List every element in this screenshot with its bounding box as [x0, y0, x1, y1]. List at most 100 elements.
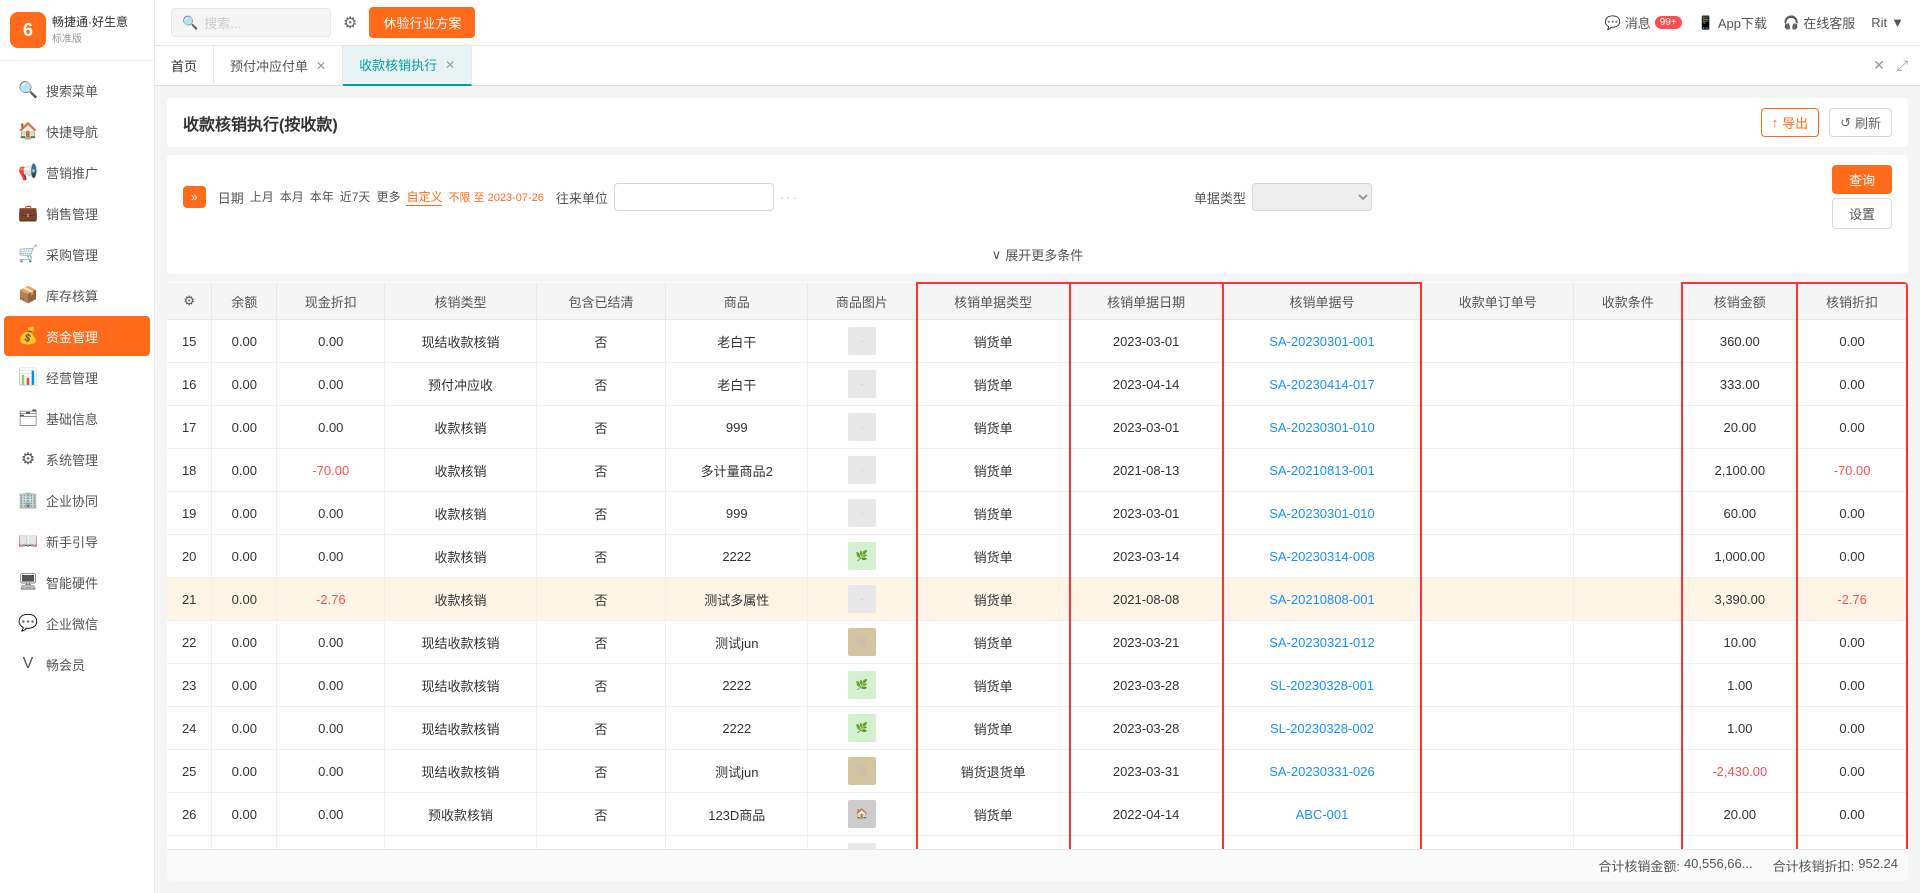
- bill-no-link[interactable]: SA-20230301-010: [1269, 506, 1375, 521]
- bill-no-link[interactable]: ABC-001: [1296, 807, 1349, 822]
- bill-type-select[interactable]: [1252, 183, 1372, 211]
- tab-close-all-icon[interactable]: ✕: [1873, 57, 1885, 74]
- cell-verify-bill-no: SA-20210813-001: [1223, 449, 1422, 492]
- cell-product-img: 🌿: [808, 707, 917, 750]
- date-opt-this-year[interactable]: 本年: [310, 188, 334, 206]
- cell-product-img: ·: [808, 578, 917, 621]
- bill-no-link[interactable]: SA-20210808-001: [1269, 592, 1375, 607]
- online-service-button[interactable]: 🎧 在线客服: [1783, 13, 1855, 32]
- cell-balance: 0.00: [212, 750, 277, 793]
- cell-cash-discount: -2.76: [277, 578, 385, 621]
- sidebar-item-system[interactable]: ⚙ 系统管理: [4, 439, 150, 479]
- cell-verify-bill-type: 销货单: [917, 406, 1070, 449]
- cell-no: 20: [167, 535, 212, 578]
- table-row: 25 0.00 0.00 现结收款核销 否 测试jun 🖼 销货退货单 2023…: [167, 750, 1907, 793]
- sidebar-item-basic[interactable]: 🗂 基础信息: [4, 398, 150, 438]
- bill-no-link[interactable]: SA-20230331-026: [1269, 764, 1375, 779]
- cell-receipt-condition: [1574, 492, 1683, 535]
- cell-verify-bill-no: SL-20230408-001: [1223, 836, 1422, 850]
- cell-cash-discount: 0.00: [277, 836, 385, 850]
- bill-no-link[interactable]: SL-20230328-001: [1270, 678, 1374, 693]
- export-button[interactable]: ↑ 导出: [1761, 108, 1820, 137]
- sidebar-item-operations[interactable]: 📊 经营管理: [4, 357, 150, 397]
- cell-no: 26: [167, 793, 212, 836]
- cell-included-settled: 否: [536, 492, 666, 535]
- sidebar-item-purchase[interactable]: 🛒 采购管理: [4, 234, 150, 274]
- sidebar-item-marketing[interactable]: 📢 营销推广: [4, 152, 150, 192]
- date-opt-custom[interactable]: 自定义: [406, 188, 442, 206]
- message-button[interactable]: 💬 消息 99+: [1605, 13, 1682, 32]
- cell-verify-discount: 0.00: [1797, 621, 1907, 664]
- sidebar-item-enterprise[interactable]: 🏢 企业协同: [4, 480, 150, 520]
- sidebar-item-member[interactable]: V 畅会员: [4, 644, 150, 684]
- cell-verify-bill-no: ABC-001: [1223, 793, 1422, 836]
- date-opt-7days[interactable]: 近7天: [340, 188, 371, 206]
- cell-verify-amount: 1.00: [1682, 664, 1797, 707]
- bill-no-link[interactable]: SA-20230314-008: [1269, 549, 1375, 564]
- sidebar-item-search[interactable]: 🔍 搜索菜单: [4, 70, 150, 110]
- cell-receipt-condition: [1574, 664, 1683, 707]
- quick-label: 快捷导航: [46, 122, 98, 141]
- app-download-button[interactable]: 📱 App下载: [1698, 13, 1767, 32]
- sidebar-item-finance[interactable]: 💰 资金管理: [4, 316, 150, 356]
- search-box[interactable]: 🔍 搜索...: [171, 8, 331, 37]
- bill-no-link[interactable]: SL-20230328-002: [1270, 721, 1374, 736]
- tab-collection[interactable]: 收款核销执行✕: [343, 46, 472, 86]
- cell-included-settled: 否: [536, 449, 666, 492]
- expand-more-button[interactable]: ∨ 展开更多条件: [183, 245, 1892, 264]
- cell-verify-bill-no: SA-20230331-026: [1223, 750, 1422, 793]
- bill-no-link[interactable]: SA-20230321-012: [1269, 635, 1375, 650]
- inventory-label: 库存核算: [46, 286, 98, 305]
- cell-product-img: ·: [808, 449, 917, 492]
- sidebar-item-quick[interactable]: 🏠 快捷导航: [4, 111, 150, 151]
- date-opt-last-month[interactable]: 上月: [250, 188, 274, 206]
- cell-verify-bill-type: 销货单: [917, 363, 1070, 406]
- bill-no-link[interactable]: SA-20230414-017: [1269, 377, 1375, 392]
- sidebar-item-guide[interactable]: 📖 新手引导: [4, 521, 150, 561]
- top-header: 🔍 搜索... ⚙ 休验行业方案 💬 消息 99+ 📱 App下载 🎧 在线客服…: [155, 0, 1920, 46]
- partner-input[interactable]: [614, 183, 774, 211]
- table-wrapper[interactable]: ⚙ 余额 现金折扣 核销类型 包含已结清 商品 商品图片 核销单据类型 核销单据…: [167, 282, 1908, 849]
- col-product: 商品: [666, 283, 808, 320]
- industry-button[interactable]: 休验行业方案: [369, 7, 475, 38]
- sidebar-item-hardware[interactable]: 🖥 智能硬件: [4, 562, 150, 602]
- sidebar-item-wechat[interactable]: 💬 企业微信: [4, 603, 150, 643]
- refresh-button[interactable]: ↺ 刷新: [1829, 108, 1892, 137]
- user-profile[interactable]: Rit ▼: [1871, 15, 1904, 30]
- date-opt-this-month[interactable]: 本月: [280, 188, 304, 206]
- cell-receipt-condition: [1574, 621, 1683, 664]
- cell-product: 2222: [666, 664, 808, 707]
- col-gear[interactable]: ⚙: [167, 283, 212, 320]
- product-img: 🏠: [848, 800, 876, 828]
- bill-no-link[interactable]: SA-20230301-010: [1269, 420, 1375, 435]
- cell-cash-discount: 0.00: [277, 363, 385, 406]
- tab-home[interactable]: 首页: [155, 46, 214, 86]
- tab-close-prepaid[interactable]: ✕: [316, 59, 326, 73]
- date-opt-more[interactable]: 更多: [376, 188, 400, 206]
- gear-icon[interactable]: ⚙: [343, 13, 357, 33]
- cell-included-settled: 否: [536, 320, 666, 363]
- total-discount: 合计核销折扣: 952.24: [1773, 856, 1898, 875]
- basic-icon: 🗂: [18, 408, 38, 428]
- query-button[interactable]: 查询: [1832, 165, 1892, 194]
- cell-product: 2222: [666, 707, 808, 750]
- bill-no-link[interactable]: SA-20230301-001: [1269, 334, 1375, 349]
- cell-verify-type: 现结收款核销: [385, 320, 536, 363]
- sidebar-item-sales[interactable]: 💼 销售管理: [4, 193, 150, 233]
- tab-expand-icon[interactable]: ⤢: [1897, 57, 1908, 74]
- cell-verify-bill-no: SA-20210808-001: [1223, 578, 1422, 621]
- cell-receipt-condition: [1574, 793, 1683, 836]
- bill-no-link[interactable]: SA-20210813-001: [1269, 463, 1375, 478]
- filter-expand-button[interactable]: »: [183, 186, 206, 208]
- cell-verify-discount: 0.00: [1797, 793, 1907, 836]
- cell-verify-bill-date: 2023-03-21: [1070, 621, 1223, 664]
- cell-verify-amount: 1,000.00: [1682, 535, 1797, 578]
- cell-product-img: 🖼: [808, 621, 917, 664]
- logo-area: 6 畅捷通·好生意 标准版: [0, 0, 154, 61]
- cell-included-settled: 否: [536, 535, 666, 578]
- cell-receipt-condition: [1574, 406, 1683, 449]
- setting-button[interactable]: 设置: [1832, 198, 1892, 229]
- tab-prepaid[interactable]: 预付冲应付单✕: [214, 46, 343, 86]
- tab-close-collection[interactable]: ✕: [445, 58, 455, 72]
- sidebar-item-inventory[interactable]: 📦 库存核算: [4, 275, 150, 315]
